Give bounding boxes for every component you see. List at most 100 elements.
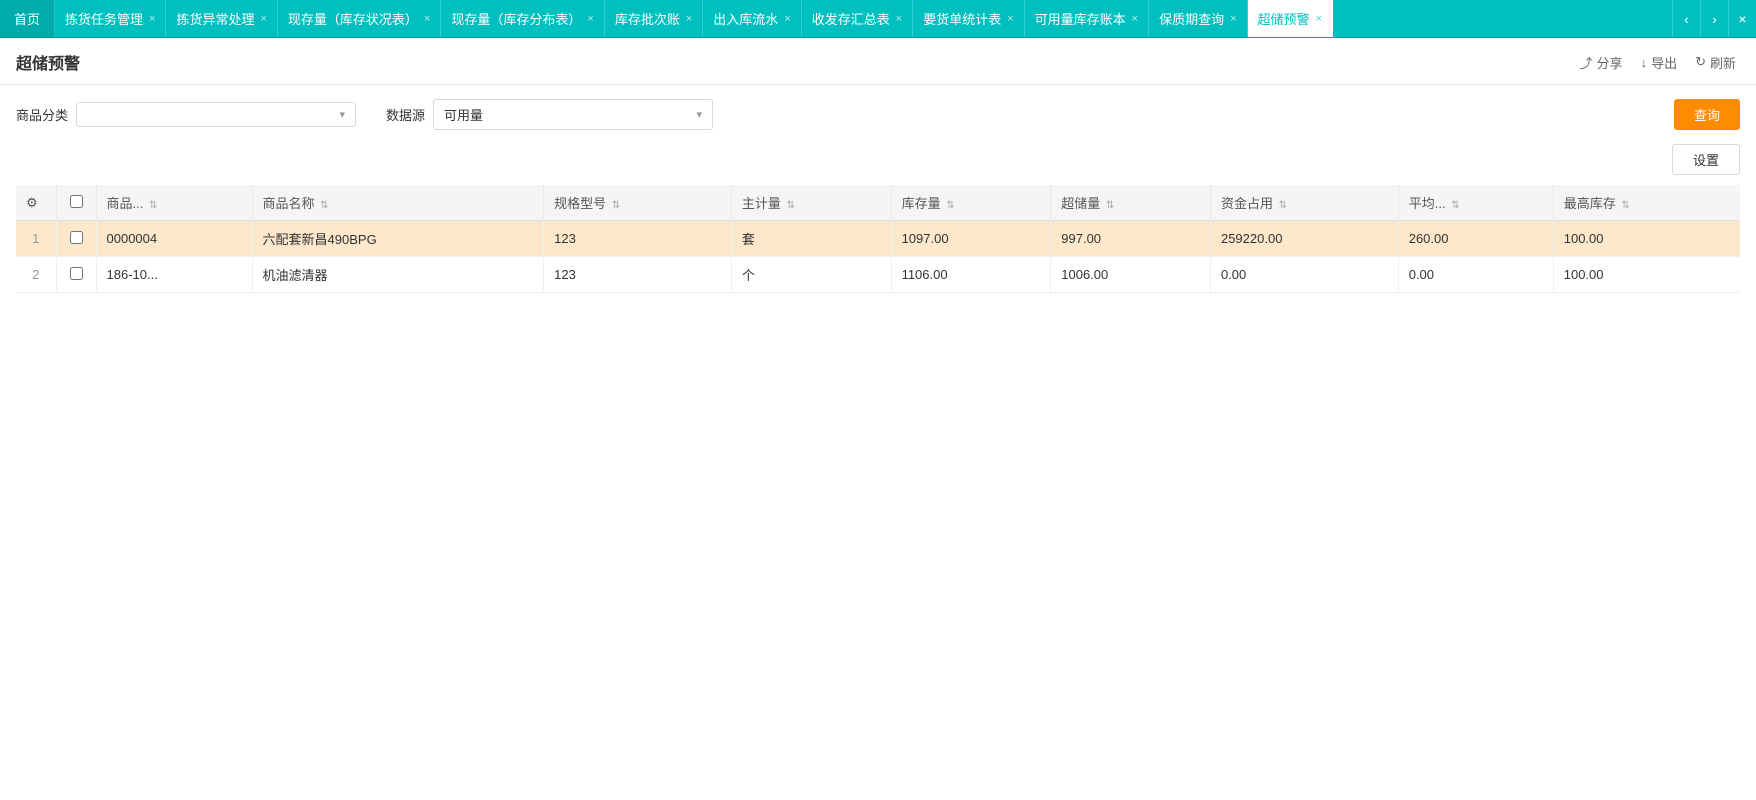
sort-icon: ⇅ bbox=[787, 200, 795, 211]
nav-item-recv-send[interactable]: 收发存汇总表 × bbox=[802, 0, 913, 37]
row-avg: 0.00 bbox=[1398, 257, 1553, 293]
nav-item-inventory-dist[interactable]: 现存量（库存分布表） × bbox=[441, 0, 604, 37]
nav-close-all-button[interactable]: × bbox=[1728, 0, 1756, 38]
col-header-max[interactable]: 最高库存 ⇅ bbox=[1553, 185, 1740, 221]
top-nav: 首页 拣货任务管理 × 拣货异常处理 × 现存量（库存状况表） × 现存量（库存… bbox=[0, 0, 1756, 38]
col-capital-label: 资金占用 bbox=[1221, 196, 1273, 211]
nav-label: 超储预警 bbox=[1258, 9, 1310, 28]
nav-item-inout-flow[interactable]: 出入库流水 × bbox=[703, 0, 801, 37]
refresh-label: 刷新 bbox=[1710, 53, 1736, 72]
nav-label: 拣货异常处理 bbox=[176, 9, 254, 28]
row-max: 100.00 bbox=[1553, 221, 1740, 257]
close-icon[interactable]: × bbox=[260, 13, 266, 25]
refresh-button[interactable]: ↻ 刷新 bbox=[1691, 51, 1740, 74]
export-button[interactable]: ↓ 导出 bbox=[1637, 51, 1682, 74]
row-stock: 1097.00 bbox=[891, 221, 1051, 257]
nav-item-batch-ledger[interactable]: 库存批次账 × bbox=[605, 0, 703, 37]
col-header-unit[interactable]: 主计量 ⇅ bbox=[731, 185, 891, 221]
col-code-label: 商品... bbox=[107, 196, 144, 211]
col-stock-label: 库存量 bbox=[902, 196, 941, 211]
close-icon[interactable]: × bbox=[1230, 13, 1236, 25]
nav-next-button[interactable]: › bbox=[1700, 0, 1728, 38]
close-icon[interactable]: × bbox=[896, 13, 902, 25]
row-capital: 259220.00 bbox=[1210, 221, 1398, 257]
close-icon[interactable]: × bbox=[424, 13, 430, 25]
row-name: 六配套新昌490BPG bbox=[252, 221, 544, 257]
nav-label: 现存量（库存分布表） bbox=[451, 9, 581, 28]
data-table: ⚙ 商品... ⇅ 商品名称 ⇅ 规格型号 ⇅ bbox=[16, 185, 1740, 293]
share-icon: ⤴ bbox=[1580, 53, 1593, 72]
col-max-label: 最高库存 bbox=[1564, 196, 1616, 211]
refresh-icon: ↻ bbox=[1695, 54, 1706, 70]
row-unit: 个 bbox=[731, 257, 891, 293]
chevron-down-icon: ▾ bbox=[697, 108, 703, 121]
row-checkbox[interactable] bbox=[70, 267, 83, 280]
datasource-filter-group: 数据源 可用量 ▾ bbox=[386, 99, 713, 130]
share-button[interactable]: ⤴ 分享 bbox=[1576, 51, 1627, 74]
col-unit-label: 主计量 bbox=[742, 196, 781, 211]
nav-label: 现存量（库存状况表） bbox=[288, 9, 418, 28]
nav-item-pick-task[interactable]: 拣货任务管理 × bbox=[55, 0, 166, 37]
col-header-overstock[interactable]: 超储量 ⇅ bbox=[1051, 185, 1211, 221]
page-header: 超储预警 ⤴ 分享 ↓ 导出 ↻ 刷新 bbox=[0, 38, 1756, 85]
nav-label: 要货单统计表 bbox=[923, 9, 1001, 28]
row-checkbox-cell[interactable] bbox=[56, 257, 96, 293]
col-gear[interactable]: ⚙ bbox=[16, 185, 56, 221]
col-select-all[interactable] bbox=[56, 185, 96, 221]
sort-icon: ⇅ bbox=[320, 200, 328, 211]
datasource-filter-label: 数据源 bbox=[386, 105, 425, 124]
nav-label: 保质期查询 bbox=[1159, 9, 1224, 28]
nav-item-available-ledger[interactable]: 可用量库存账本 × bbox=[1025, 0, 1149, 37]
col-header-capital[interactable]: 资金占用 ⇅ bbox=[1210, 185, 1398, 221]
page-title: 超储预警 bbox=[16, 50, 80, 74]
page-container: 超储预警 ⤴ 分享 ↓ 导出 ↻ 刷新 商品分类 ▾ 数据源 bbox=[0, 38, 1756, 800]
sort-icon: ⇅ bbox=[1279, 200, 1287, 211]
close-icon[interactable]: × bbox=[1007, 13, 1013, 25]
col-header-spec[interactable]: 规格型号 ⇅ bbox=[544, 185, 732, 221]
nav-item-inventory-status[interactable]: 现存量（库存状况表） × bbox=[278, 0, 441, 37]
col-header-avg[interactable]: 平均... ⇅ bbox=[1398, 185, 1553, 221]
close-icon[interactable]: × bbox=[1132, 13, 1138, 25]
header-actions: ⤴ 分享 ↓ 导出 ↻ 刷新 bbox=[1576, 51, 1740, 74]
close-icon[interactable]: × bbox=[149, 13, 155, 25]
row-spec: 123 bbox=[544, 257, 732, 293]
close-icon[interactable]: × bbox=[784, 13, 790, 25]
gear-icon: ⚙ bbox=[26, 195, 38, 210]
nav-label: 收发存汇总表 bbox=[812, 9, 890, 28]
filter-actions: 查询 bbox=[1674, 99, 1740, 130]
nav-item-shelf-life[interactable]: 保质期查询 × bbox=[1149, 0, 1247, 37]
nav-label: 拣货任务管理 bbox=[65, 9, 143, 28]
category-filter-group: 商品分类 ▾ bbox=[16, 102, 356, 127]
datasource-select[interactable]: 可用量 ▾ bbox=[433, 99, 713, 130]
sort-icon: ⇅ bbox=[612, 200, 620, 211]
setting-button[interactable]: 设置 bbox=[1672, 144, 1740, 175]
col-spec-label: 规格型号 bbox=[554, 196, 606, 211]
col-header-stock[interactable]: 库存量 ⇅ bbox=[891, 185, 1051, 221]
filter-row: 商品分类 ▾ 数据源 可用量 ▾ 查询 bbox=[0, 85, 1756, 144]
col-header-name[interactable]: 商品名称 ⇅ bbox=[252, 185, 544, 221]
select-all-checkbox[interactable] bbox=[70, 195, 83, 208]
row-spec: 123 bbox=[544, 221, 732, 257]
nav-prev-button[interactable]: ‹ bbox=[1672, 0, 1700, 38]
nav-item-home[interactable]: 首页 bbox=[0, 0, 55, 37]
row-overstock: 997.00 bbox=[1051, 221, 1211, 257]
export-icon: ↓ bbox=[1641, 55, 1648, 70]
close-icon[interactable]: × bbox=[587, 13, 593, 25]
close-icon[interactable]: × bbox=[1316, 13, 1322, 25]
setting-row: 设置 bbox=[0, 144, 1756, 185]
row-overstock: 1006.00 bbox=[1051, 257, 1211, 293]
nav-item-pick-exception[interactable]: 拣货异常处理 × bbox=[166, 0, 277, 37]
col-header-code[interactable]: 商品... ⇅ bbox=[96, 185, 252, 221]
sort-icon: ⇅ bbox=[149, 200, 157, 211]
close-icon[interactable]: × bbox=[686, 13, 692, 25]
nav-item-order-stats[interactable]: 要货单统计表 × bbox=[913, 0, 1024, 37]
row-capital: 0.00 bbox=[1210, 257, 1398, 293]
nav-item-overstock[interactable]: 超储预警 × bbox=[1248, 0, 1333, 37]
query-button[interactable]: 查询 bbox=[1674, 99, 1740, 130]
category-select[interactable]: ▾ bbox=[76, 102, 356, 127]
row-checkbox-cell[interactable] bbox=[56, 221, 96, 257]
chevron-down-icon: ▾ bbox=[339, 108, 345, 121]
row-index: 2 bbox=[16, 257, 56, 293]
row-checkbox[interactable] bbox=[70, 231, 83, 244]
sort-icon: ⇅ bbox=[1621, 200, 1629, 211]
